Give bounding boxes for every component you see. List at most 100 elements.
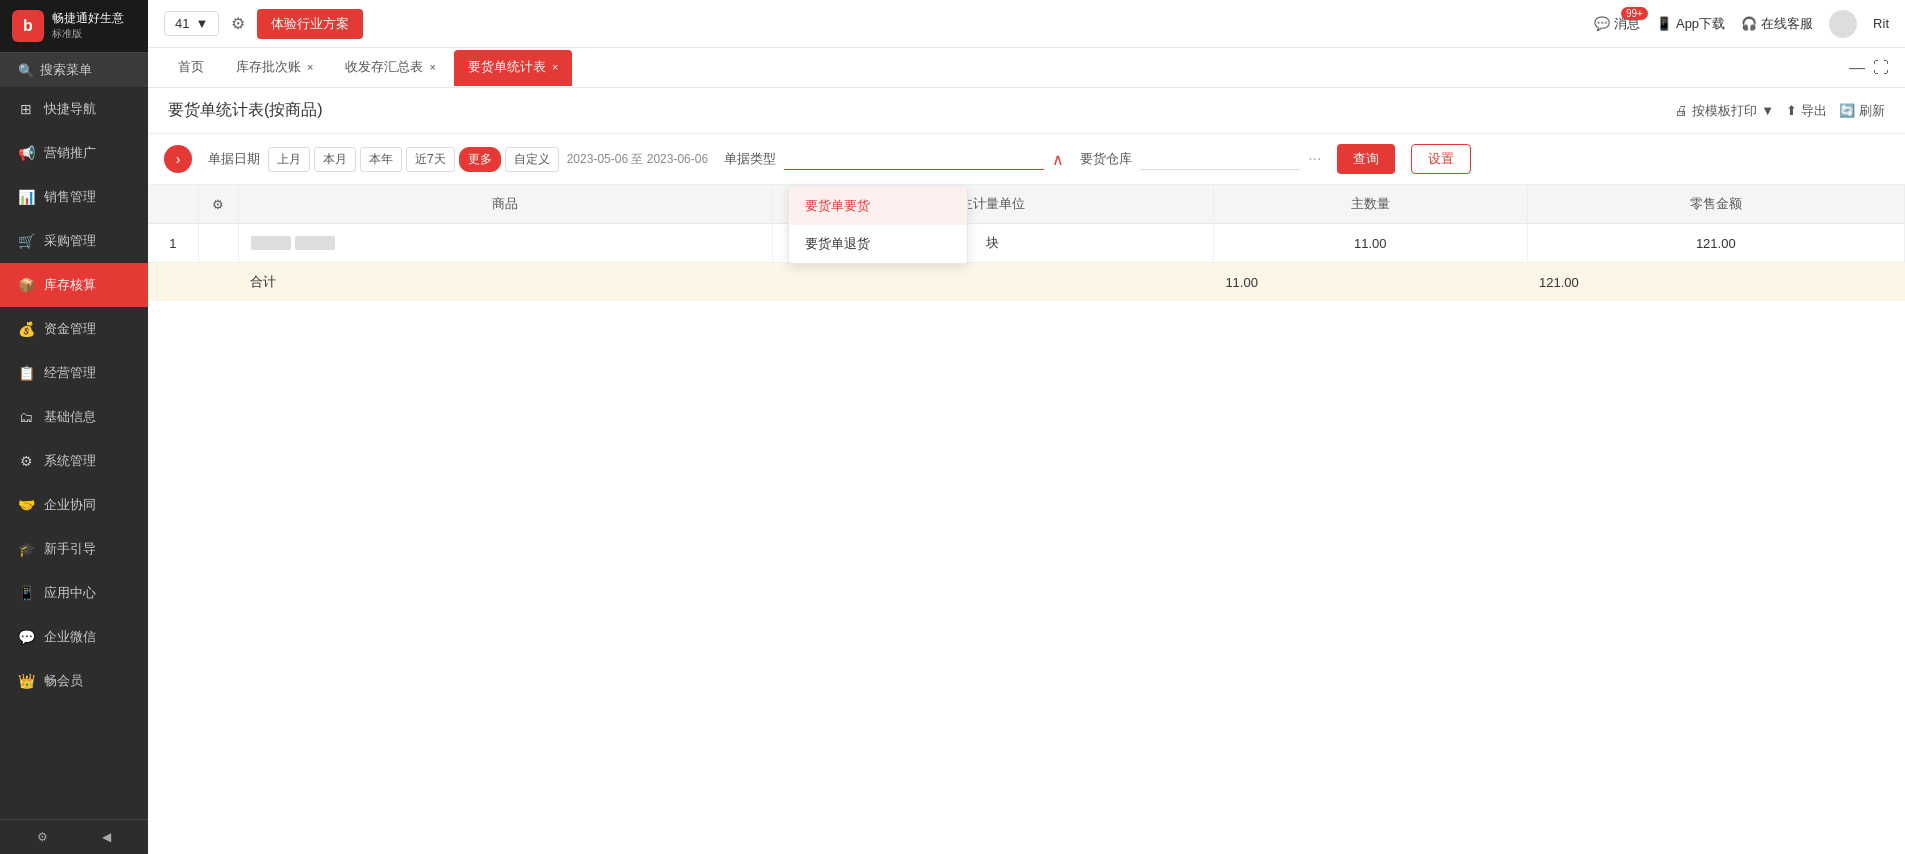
table-row: 1 块 11.00 121.00 xyxy=(148,224,1905,263)
print-dropdown-icon: ▼ xyxy=(1761,103,1774,118)
refresh-label: 刷新 xyxy=(1859,102,1885,120)
date-btn-custom[interactable]: 自定义 xyxy=(505,147,559,172)
tab-batch-account[interactable]: 库存批次账 × xyxy=(222,50,327,86)
message-badge: 99+ xyxy=(1621,7,1648,20)
print-label: 按模板打印 xyxy=(1692,102,1757,120)
tab-order-stats-label: 要货单统计表 xyxy=(468,58,546,76)
tab-actions: — ⛶ xyxy=(1849,59,1889,77)
row-amount: 121.00 xyxy=(1527,224,1904,263)
date-btn-group: 上月 本月 本年 近7天 更多 自定义 xyxy=(268,147,559,172)
summary-row: 合计 11.00 121.00 xyxy=(148,263,1905,302)
sidebar-logo: b 畅捷通好生意 标准版 xyxy=(0,0,148,53)
page-title: 要货单统计表(按商品) xyxy=(168,100,323,121)
filter-expand-btn[interactable]: › xyxy=(164,145,192,173)
sidebar-item-label: 资金管理 xyxy=(44,320,96,338)
sidebar-item-label: 企业协同 xyxy=(44,496,96,514)
tab-batch-account-label: 库存批次账 xyxy=(236,58,301,76)
date-btn-last-month[interactable]: 上月 xyxy=(268,147,310,172)
tab-order-stats[interactable]: 要货单统计表 × xyxy=(454,50,572,86)
message-btn[interactable]: 💬 消息 99+ xyxy=(1594,15,1640,33)
sidebar-item-system[interactable]: ⚙ 系统管理 xyxy=(0,439,148,483)
tab-collect-summary[interactable]: 收发存汇总表 × xyxy=(331,50,449,86)
tab-collect-summary-close[interactable]: × xyxy=(429,61,435,73)
marketing-icon: 📢 xyxy=(16,143,36,163)
product-cell xyxy=(251,236,760,250)
inventory-icon: 📦 xyxy=(16,275,36,295)
tab-maximize-btn[interactable]: ⛶ xyxy=(1873,59,1889,77)
warehouse-filter-input[interactable] xyxy=(1140,148,1300,170)
topbar: 41 ▼ ⚙ 体验行业方案 💬 消息 99+ 📱 App下载 🎧 在线客服 Ri… xyxy=(148,0,1905,48)
industry-btn[interactable]: 体验行业方案 xyxy=(257,9,363,39)
avatar[interactable] xyxy=(1829,10,1857,38)
topbar-gear-icon[interactable]: ⚙ xyxy=(231,14,245,33)
sidebar-item-enterprise[interactable]: 🤝 企业协同 xyxy=(0,483,148,527)
sidebar-item-marketing[interactable]: 📢 营销推广 xyxy=(0,131,148,175)
basic-icon: 🗂 xyxy=(16,407,36,427)
sidebar-item-vip[interactable]: 👑 畅会员 xyxy=(0,659,148,703)
app-download-btn[interactable]: 📱 App下载 xyxy=(1656,15,1725,33)
app-icon: 📱 xyxy=(16,583,36,603)
store-selector[interactable]: 41 ▼ xyxy=(164,11,219,36)
finance-icon: 💰 xyxy=(16,319,36,339)
print-btn[interactable]: 🖨 按模板打印 ▼ xyxy=(1675,102,1774,120)
vip-icon: 👑 xyxy=(16,671,36,691)
row-actions xyxy=(198,224,238,263)
row-quantity: 11.00 xyxy=(1213,224,1527,263)
more-filter-btn[interactable]: ··· xyxy=(1308,150,1321,168)
sidebar-item-operations[interactable]: 📋 经营管理 xyxy=(0,351,148,395)
print-icon: 🖨 xyxy=(1675,103,1688,118)
col-amount-header: 零售金额 xyxy=(1527,185,1904,224)
sidebar-item-basic[interactable]: 🗂 基础信息 xyxy=(0,395,148,439)
sidebar-search[interactable]: 🔍 搜索菜单 xyxy=(0,53,148,87)
col-settings-header[interactable]: ⚙ xyxy=(198,185,238,224)
online-service-btn[interactable]: 🎧 在线客服 xyxy=(1741,15,1813,33)
type-filter-group: 单据类型 ∧ xyxy=(724,148,1064,170)
logo-sub: 标准版 xyxy=(52,27,124,41)
sidebar-item-label: 基础信息 xyxy=(44,408,96,426)
sidebar-item-purchase[interactable]: 🛒 采购管理 xyxy=(0,219,148,263)
sidebar-item-inventory[interactable]: 📦 库存核算 xyxy=(0,263,148,307)
table-container: ⚙ 商品 主计量单位 主数量 零售金额 1 xyxy=(148,185,1905,854)
topbar-left: 41 ▼ ⚙ 体验行业方案 xyxy=(164,9,1594,39)
sidebar-item-app[interactable]: 📱 应用中心 xyxy=(0,571,148,615)
date-btn-this-month[interactable]: 本月 xyxy=(314,147,356,172)
message-icon: 💬 xyxy=(1594,16,1610,31)
tab-minimize-btn[interactable]: — xyxy=(1849,59,1865,77)
export-btn[interactable]: ⬆ 导出 xyxy=(1786,102,1827,120)
tab-order-stats-close[interactable]: × xyxy=(552,61,558,73)
tab-home[interactable]: 首页 xyxy=(164,50,218,86)
wechat-icon: 💬 xyxy=(16,627,36,647)
topbar-right: 💬 消息 99+ 📱 App下载 🎧 在线客服 Rit xyxy=(1594,10,1889,38)
sidebar-item-guide[interactable]: 🎓 新手引导 xyxy=(0,527,148,571)
store-name: 41 xyxy=(175,16,189,31)
app-download-label: App下载 xyxy=(1676,15,1725,33)
dropdown-item-order-return[interactable]: 要货单退货 xyxy=(789,225,967,263)
sidebar-item-finance[interactable]: 💰 资金管理 xyxy=(0,307,148,351)
row-num: 1 xyxy=(148,224,198,263)
date-btn-more[interactable]: 更多 xyxy=(459,147,501,172)
sales-icon: 📊 xyxy=(16,187,36,207)
refresh-btn[interactable]: 🔄 刷新 xyxy=(1839,102,1885,120)
date-btn-7days[interactable]: 近7天 xyxy=(406,147,455,172)
sidebar-item-sales[interactable]: 📊 销售管理 xyxy=(0,175,148,219)
operations-icon: 📋 xyxy=(16,363,36,383)
query-btn[interactable]: 查询 xyxy=(1337,144,1395,174)
sidebar-item-quick-nav[interactable]: ⊞ 快捷导航 xyxy=(0,87,148,131)
date-btn-this-year[interactable]: 本年 xyxy=(360,147,402,172)
system-icon: ⚙ xyxy=(16,451,36,471)
collapse-sidebar-btn[interactable]: ◀ xyxy=(102,830,111,844)
page-header-actions: 🖨 按模板打印 ▼ ⬆ 导出 🔄 刷新 xyxy=(1675,102,1885,120)
type-filter-label: 单据类型 xyxy=(724,150,776,168)
sidebar-item-label: 应用中心 xyxy=(44,584,96,602)
settings-icon[interactable]: ⚙ xyxy=(37,830,48,844)
settings-btn[interactable]: 设置 xyxy=(1411,144,1471,174)
type-dropdown-toggle[interactable]: ∧ xyxy=(1052,150,1064,169)
service-icon: 🎧 xyxy=(1741,16,1757,31)
dropdown-item-order-goods[interactable]: 要货单要货 xyxy=(789,187,967,225)
warehouse-filter-label: 要货仓库 xyxy=(1080,150,1132,168)
col-num-header xyxy=(148,185,198,224)
sidebar-item-wechat[interactable]: 💬 企业微信 xyxy=(0,615,148,659)
tab-batch-account-close[interactable]: × xyxy=(307,61,313,73)
refresh-icon: 🔄 xyxy=(1839,103,1855,118)
type-filter-input[interactable] xyxy=(784,148,1044,170)
